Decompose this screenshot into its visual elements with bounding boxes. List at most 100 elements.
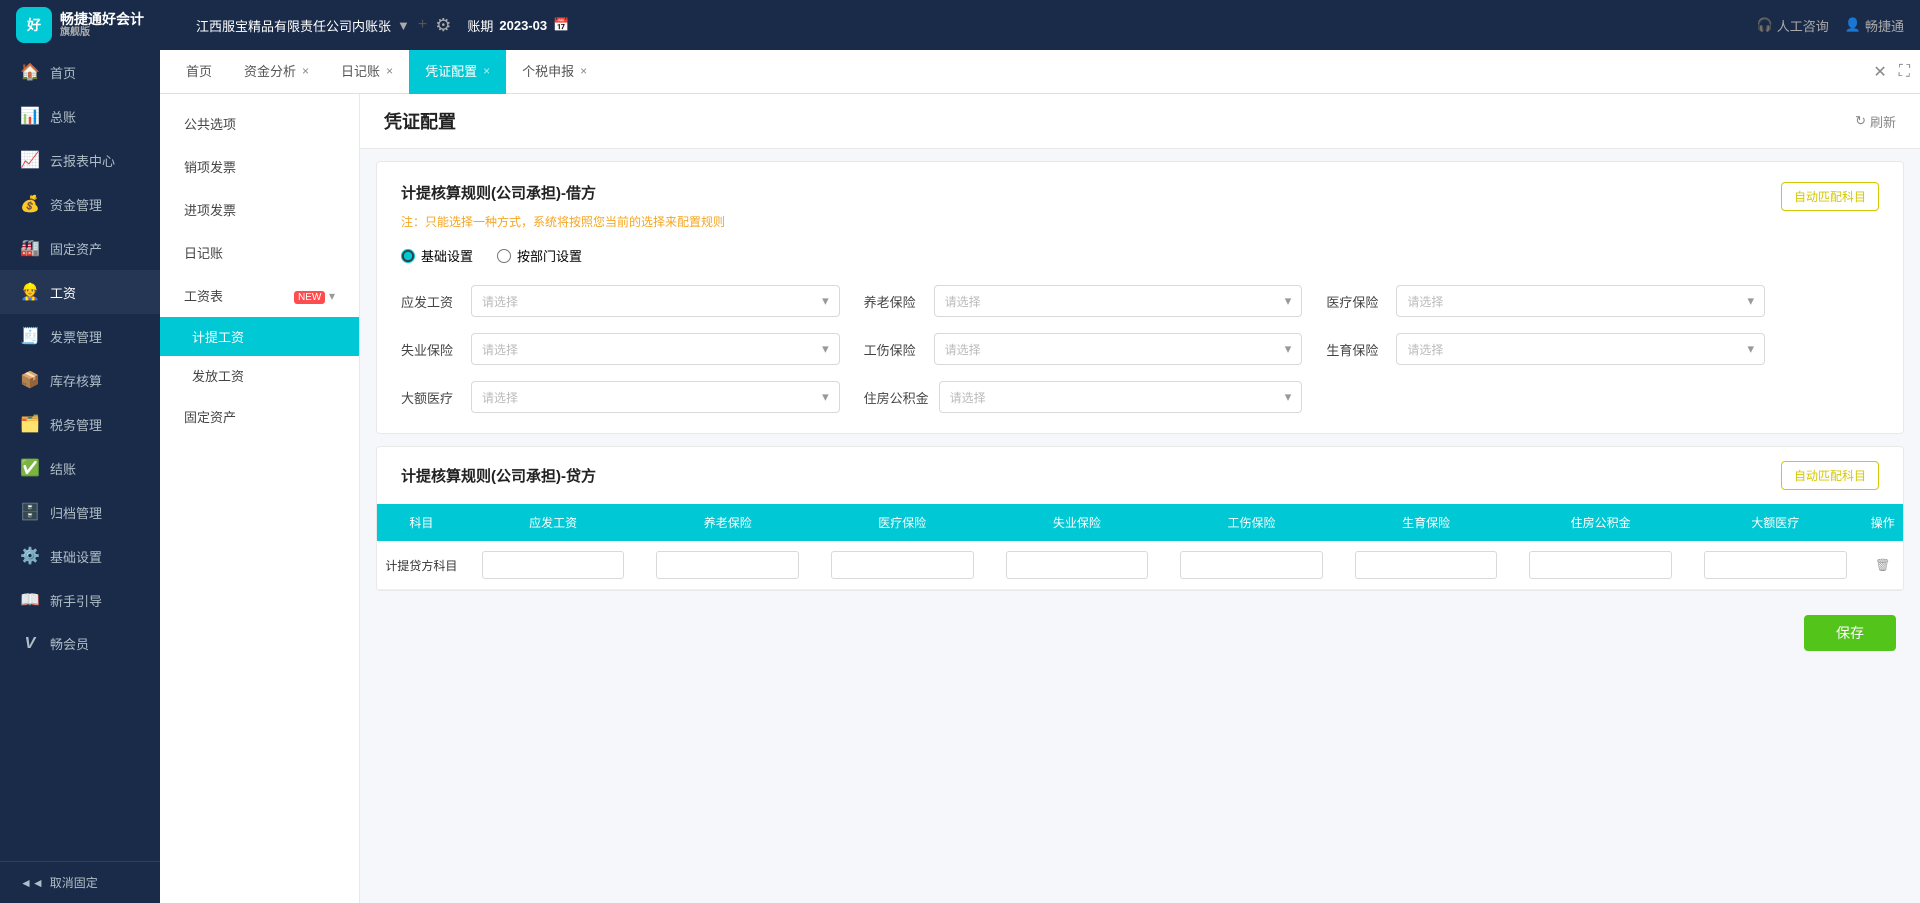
auto-match-debit-button[interactable]: 自动匹配科目 (1781, 182, 1879, 211)
input-pension[interactable] (656, 551, 799, 579)
sidebar-item-guide[interactable]: 📖 新手引导 (0, 578, 160, 622)
sidebar-item-salary[interactable]: 👷 工资 (0, 270, 160, 314)
wage-select[interactable]: 请选择 ▾ (471, 285, 840, 317)
cell-wage[interactable] (466, 541, 641, 590)
salary-icon: 👷 (20, 282, 40, 302)
cell-housing[interactable] (1513, 541, 1688, 590)
unemployment-select[interactable]: 请选择 ▾ (471, 333, 840, 365)
bigmedical-select[interactable]: 请选择 ▾ (471, 381, 840, 413)
tab-journal[interactable]: 日记账 × (325, 50, 409, 94)
cell-bigmedical[interactable] (1688, 541, 1863, 590)
close-tab-journal[interactable]: × (386, 64, 393, 78)
sidebar-item-reports[interactable]: 📈 云报表中心 (0, 138, 160, 182)
close-all-button[interactable]: ✕ (1873, 62, 1886, 82)
sidebar-item-home[interactable]: 🏠 首页 (0, 50, 160, 94)
radio-by-dept[interactable]: 按部门设置 (497, 246, 582, 265)
cell-maternity[interactable] (1339, 541, 1514, 590)
sub-nav-payroll-table[interactable]: 工资表 NEW ▾ (160, 274, 359, 317)
table-row: 计提贷方科目 🗑 (377, 541, 1903, 590)
radio-basic[interactable]: 基础设置 (401, 246, 473, 265)
content-area: 首页 资金分析 × 日记账 × 凭证配置 × 个税申报 × ✕ ⛶ (160, 50, 1920, 903)
field-workinjury: 工伤保险 请选择 ▾ (864, 333, 1303, 365)
pension-select[interactable]: 请选择 ▾ (934, 285, 1303, 317)
tab-tax[interactable]: 个税申报 × (506, 50, 603, 94)
radio-group: 基础设置 按部门设置 (401, 246, 1765, 265)
cell-delete[interactable]: 🗑 (1863, 541, 1903, 590)
debit-section-note: 注：只能选择一种方式，系统将按照您当前的选择来配置规则 (401, 213, 1765, 230)
close-tab-tax[interactable]: × (580, 64, 587, 78)
close-tab-funds[interactable]: × (302, 64, 309, 78)
sidebar-item-invoice[interactable]: 🧾 发票管理 (0, 314, 160, 358)
consult-button[interactable]: 🎧 人工咨询 (1757, 16, 1829, 35)
sidebar-item-tax[interactable]: 🗂️ 税务管理 (0, 402, 160, 446)
chevron-down-icon: ▾ (1285, 341, 1292, 357)
company-selector[interactable]: 江西服宝精品有限责任公司内账张 ▼ (196, 16, 410, 35)
expand-button[interactable]: ⛶ (1899, 63, 1910, 81)
refresh-button[interactable]: ↻ 刷新 (1855, 112, 1896, 131)
th-housing: 住房公积金 (1513, 504, 1688, 541)
chevron-down-icon: ▾ (1747, 341, 1754, 357)
tab-home[interactable]: 首页 (170, 50, 228, 94)
sub-nav-payroll-accrual[interactable]: 计提工资 (160, 317, 359, 356)
chevron-down-icon: ▾ (1747, 293, 1754, 309)
sidebar-item-vip[interactable]: V 畅会员 (0, 622, 160, 665)
field-maternity: 生育保险 请选择 ▾ (1326, 333, 1765, 365)
sub-nav-public[interactable]: 公共选项 (160, 102, 359, 145)
sub-nav-fixed-assets[interactable]: 固定资产 (160, 395, 359, 438)
sub-nav-purchase-invoice[interactable]: 进项发票 (160, 188, 359, 231)
chevron-down-icon: ▾ (329, 289, 335, 303)
sidebar-item-settings[interactable]: ⚙️ 基础设置 (0, 534, 160, 578)
new-badge: NEW (294, 291, 325, 304)
user-menu[interactable]: 👤 畅捷通 (1845, 16, 1904, 35)
sidebar-item-assets[interactable]: 🏭 固定资产 (0, 226, 160, 270)
cell-pension[interactable] (640, 541, 815, 590)
sidebar-item-inventory[interactable]: 📦 库存核算 (0, 358, 160, 402)
cell-workinjury[interactable] (1164, 541, 1339, 590)
radio-basic-input[interactable] (401, 249, 415, 263)
input-unemployment[interactable] (1006, 551, 1149, 579)
input-wage[interactable] (482, 551, 625, 579)
sub-nav-journal[interactable]: 日记账 (160, 231, 359, 274)
sub-nav-payroll-payment[interactable]: 发放工资 (160, 356, 359, 395)
main-layout: 🏠 首页 📊 总账 📈 云报表中心 💰 资金管理 🏭 固定资产 👷 工资 🧾 发… (0, 50, 1920, 903)
tax-icon: 🗂️ (20, 414, 40, 434)
sub-nav-sales-invoice[interactable]: 销项发票 (160, 145, 359, 188)
logo-icon: 好 (16, 7, 52, 43)
input-medical[interactable] (831, 551, 974, 579)
chevron-down-icon: ▾ (1285, 389, 1292, 405)
field-medical: 医疗保险 请选择 ▾ (1326, 285, 1765, 317)
chevron-down-icon: ▾ (1285, 293, 1292, 309)
th-operation: 操作 (1863, 504, 1903, 541)
housing-select[interactable]: 请选择 ▾ (939, 381, 1303, 413)
input-housing[interactable] (1529, 551, 1672, 579)
settings-icon[interactable]: ⚙ (435, 15, 451, 36)
th-unemployment: 失业保险 (990, 504, 1165, 541)
th-wage: 应发工资 (466, 504, 641, 541)
cell-unemployment[interactable] (990, 541, 1165, 590)
period-selector[interactable]: 账期 2023-03 📅 (467, 16, 569, 35)
debit-form-grid: 应发工资 请选择 ▾ 养老保险 请选择 (401, 285, 1765, 413)
sidebar-item-settle[interactable]: ✅ 结账 (0, 446, 160, 490)
tab-voucher-config[interactable]: 凭证配置 × (409, 50, 506, 94)
tab-funds-analysis[interactable]: 资金分析 × (228, 50, 325, 94)
sidebar-item-ledger[interactable]: 📊 总账 (0, 94, 160, 138)
save-button[interactable]: 保存 (1804, 615, 1896, 651)
page-title: 凭证配置 (384, 108, 456, 134)
cell-medical[interactable] (815, 541, 990, 590)
input-maternity[interactable] (1355, 551, 1498, 579)
delete-icon[interactable]: 🗑 (1875, 558, 1890, 572)
cancel-pin-button[interactable]: ◄◄ 取消固定 (0, 861, 160, 903)
radio-dept-input[interactable] (497, 249, 511, 263)
input-workinjury[interactable] (1180, 551, 1323, 579)
close-tab-voucher[interactable]: × (483, 64, 490, 78)
auto-match-credit-button[interactable]: 自动匹配科目 (1781, 461, 1879, 490)
sidebar-item-funds[interactable]: 💰 资金管理 (0, 182, 160, 226)
workinjury-select[interactable]: 请选择 ▾ (934, 333, 1303, 365)
input-bigmedical[interactable] (1704, 551, 1847, 579)
field-housing: 住房公积金 请选择 ▾ (864, 381, 1303, 413)
sidebar: 🏠 首页 📊 总账 📈 云报表中心 💰 资金管理 🏭 固定资产 👷 工资 🧾 发… (0, 50, 160, 903)
sidebar-item-archive[interactable]: 🗄️ 归档管理 (0, 490, 160, 534)
maternity-select[interactable]: 请选择 ▾ (1396, 333, 1765, 365)
medical-select[interactable]: 请选择 ▾ (1396, 285, 1765, 317)
sub-nav: 公共选项 销项发票 进项发票 日记账 工资表 NEW ▾ (160, 94, 360, 903)
